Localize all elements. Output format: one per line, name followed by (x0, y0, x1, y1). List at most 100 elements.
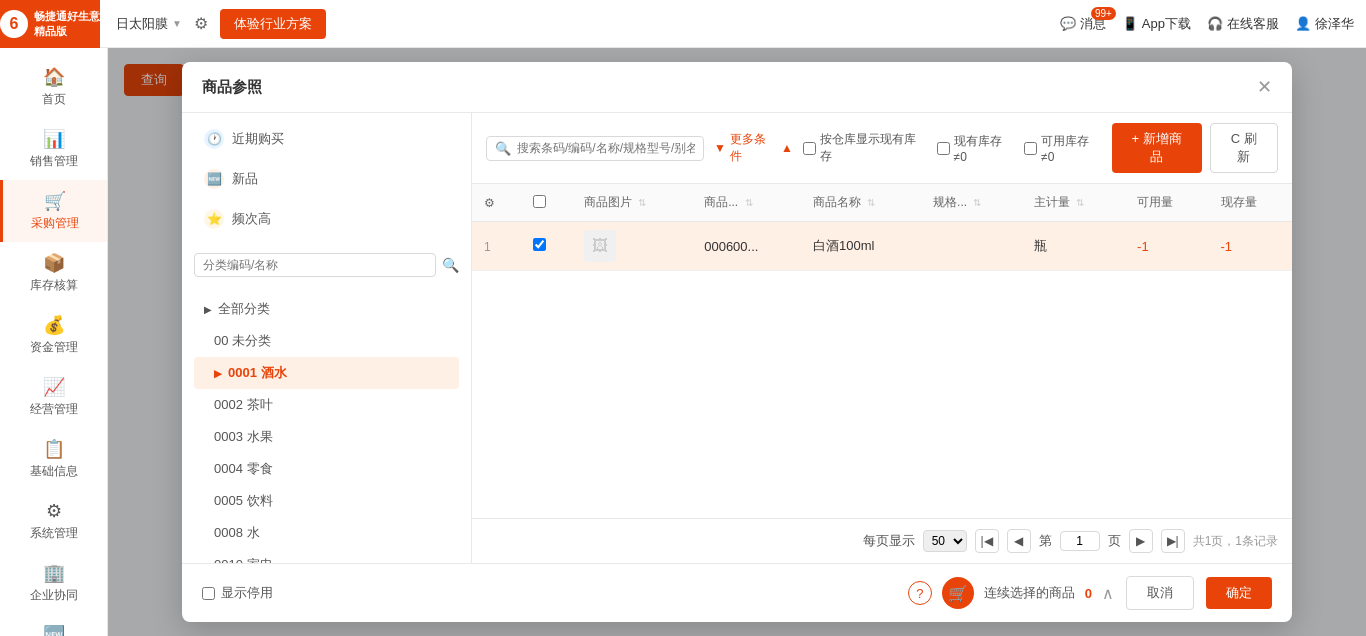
warehouse-checkbox-label[interactable]: 按仓库显示现有库存 (803, 131, 927, 165)
cart-icon[interactable]: 🛒 (942, 577, 974, 609)
sort-icon-spec: ⇅ (973, 197, 981, 208)
product-table: ⚙ 商品图片 ⇅ 商品... ⇅ (472, 184, 1292, 271)
warehouse-checkbox[interactable] (803, 142, 816, 155)
store-dropdown[interactable]: 日太阳膜 ▼ (116, 15, 182, 33)
navbar-right: 💬 消息 99+ 📱 App下载 🎧 在线客服 👤 徐泽华 (1060, 15, 1354, 33)
available-stock-checkbox[interactable] (1024, 142, 1037, 155)
dropdown-arrow-icon: ▼ (172, 18, 182, 29)
freq-icon: ⭐ (204, 209, 224, 229)
col-name: 商品名称 ⇅ (801, 184, 921, 222)
first-page-button[interactable]: |◀ (975, 529, 999, 553)
expand-icon-0001: ▶ (214, 368, 222, 379)
quick-frequent[interactable]: ⭐ 频次高 (194, 203, 459, 235)
product-thumbnail: 🖼 (584, 230, 616, 262)
current-stock-checkbox[interactable] (937, 142, 950, 155)
category-0010[interactable]: 0010 家电 (194, 549, 459, 563)
online-service-button[interactable]: 🎧 在线客服 (1207, 15, 1279, 33)
category-00[interactable]: 00 未分类 (194, 325, 459, 357)
sales-icon: 📊 (43, 128, 65, 150)
sort-icon-unit: ⇅ (1076, 197, 1084, 208)
sidebar-item-system[interactable]: ⚙ 系统管理 (0, 490, 107, 552)
category-0003[interactable]: 0003 水果 (194, 421, 459, 453)
row-unit-cell: 瓶 (1022, 222, 1125, 271)
cancel-button[interactable]: 取消 (1126, 576, 1194, 610)
quick-recent[interactable]: 🕐 近期购买 (194, 123, 459, 155)
product-panel: 🔍 ▼ 更多条件 ▲ 按仓库显示现有库存 (472, 113, 1292, 563)
trial-button[interactable]: 体验行业方案 (220, 9, 326, 39)
col-checkbox[interactable] (521, 184, 572, 222)
logo: 6 畅捷通好生意 精品版 (0, 0, 100, 48)
row-available-cell: -1 (1125, 222, 1208, 271)
col-spec: 规格... ⇅ (921, 184, 1022, 222)
pagination: 每页显示 50 |◀ ◀ 第 页 ▶ ▶| 共1页，1条记录 (472, 518, 1292, 563)
add-product-button[interactable]: + 新增商品 (1112, 123, 1202, 173)
row-checkbox[interactable] (533, 238, 546, 251)
settings-icon[interactable]: ⚙ (194, 14, 208, 33)
col-code: 商品... ⇅ (692, 184, 801, 222)
show-disabled-checkbox[interactable] (202, 587, 215, 600)
category-0005[interactable]: 0005 饮料 (194, 485, 459, 517)
product-table-container: ⚙ 商品图片 ⇅ 商品... ⇅ (472, 184, 1292, 518)
dialog-body: 🕐 近期购买 🆕 新品 ⭐ 频次高 (182, 113, 1292, 563)
col-available: 可用量 (1125, 184, 1208, 222)
logo-text: 畅捷通好生意 精品版 (34, 9, 100, 38)
sidebar-item-finance[interactable]: 💰 资金管理 (0, 304, 107, 366)
page-number-input[interactable] (1060, 531, 1100, 551)
search-icon: 🔍 (495, 141, 511, 156)
quick-access-section: 🕐 近期购买 🆕 新品 ⭐ 频次高 (182, 113, 471, 245)
modal-overlay: 商品参照 ✕ 🕐 近期购买 🆕 (108, 48, 1366, 636)
cart-collapse-button[interactable]: ∧ (1102, 584, 1114, 603)
sidebar-item-operation[interactable]: 📈 经营管理 (0, 366, 107, 428)
col-settings[interactable]: ⚙ (472, 184, 521, 222)
quick-new[interactable]: 🆕 新品 (194, 163, 459, 195)
row-name-cell: 白酒100ml (801, 222, 921, 271)
current-stock-checkbox-label[interactable]: 现有库存≠0 (937, 133, 1014, 164)
row-code-cell: 000600... (692, 222, 801, 271)
category-all[interactable]: ▶ 全部分类 (194, 293, 459, 325)
category-0001[interactable]: ▶ 0001 酒水 (194, 357, 459, 389)
sidebar-item-sales[interactable]: 📊 销售管理 (0, 118, 107, 180)
user-menu[interactable]: 👤 徐泽华 (1295, 15, 1354, 33)
filter-button[interactable]: ▼ 更多条件 ▲ (714, 131, 793, 165)
table-row[interactable]: 1 🖼 000600... 白酒100ml 瓶 (472, 222, 1292, 271)
confirm-button[interactable]: 确定 (1206, 577, 1272, 609)
category-search-icon[interactable]: 🔍 (442, 257, 459, 273)
product-reference-dialog: 商品参照 ✕ 🕐 近期购买 🆕 (182, 62, 1292, 622)
user-icon: 👤 (1295, 16, 1311, 31)
sidebar-item-enterprise[interactable]: 🏢 企业协同 (0, 552, 107, 614)
cart-count: 0 (1085, 586, 1092, 601)
sidebar-item-purchase[interactable]: 🛒 采购管理 (0, 180, 107, 242)
category-0004[interactable]: 0004 零食 (194, 453, 459, 485)
select-all-checkbox[interactable] (533, 195, 546, 208)
next-page-button[interactable]: ▶ (1129, 529, 1153, 553)
category-0008[interactable]: 0008 水 (194, 517, 459, 549)
help-button[interactable]: ? (908, 581, 932, 605)
row-num-cell: 1 (472, 222, 521, 271)
last-page-button[interactable]: ▶| (1161, 529, 1185, 553)
dialog-close-button[interactable]: ✕ (1257, 76, 1272, 98)
notification-button[interactable]: 💬 消息 99+ (1060, 15, 1106, 33)
category-search-input[interactable] (194, 253, 436, 277)
product-search-box[interactable]: 🔍 (486, 136, 704, 161)
navbar: 6 畅捷通好生意 精品版 日太阳膜 ▼ ⚙ 体验行业方案 💬 消息 99+ 📱 … (0, 0, 1366, 48)
main-layout: 🏠 首页 📊 销售管理 🛒 采购管理 📦 库存核算 💰 资金管理 📈 经营管理 … (0, 48, 1366, 636)
sidebar-item-inventory[interactable]: 📦 库存核算 (0, 242, 107, 304)
available-stock-checkbox-label[interactable]: 可用库存≠0 (1024, 133, 1101, 164)
refresh-button[interactable]: C 刷新 (1210, 123, 1278, 173)
page-size-select[interactable]: 50 (923, 530, 967, 552)
operation-icon: 📈 (43, 376, 65, 398)
inventory-icon: 📦 (43, 252, 65, 274)
row-checkbox-cell[interactable] (521, 222, 572, 271)
prev-page-button[interactable]: ◀ (1007, 529, 1031, 553)
category-0002[interactable]: 0002 茶叶 (194, 389, 459, 421)
sidebar-item-guide[interactable]: 🆕 新手引导 (0, 614, 107, 636)
sidebar-item-basic[interactable]: 📋 基础信息 (0, 428, 107, 490)
col-stock: 现存量 (1209, 184, 1292, 222)
enterprise-icon: 🏢 (43, 562, 65, 584)
dialog-header: 商品参照 ✕ (182, 62, 1292, 113)
show-disabled-checkbox-label[interactable]: 显示停用 (202, 584, 273, 602)
product-search-input[interactable] (517, 141, 695, 155)
sidebar-item-home[interactable]: 🏠 首页 (0, 56, 107, 118)
app-download-button[interactable]: 📱 App下载 (1122, 15, 1191, 33)
home-icon: 🏠 (43, 66, 65, 88)
